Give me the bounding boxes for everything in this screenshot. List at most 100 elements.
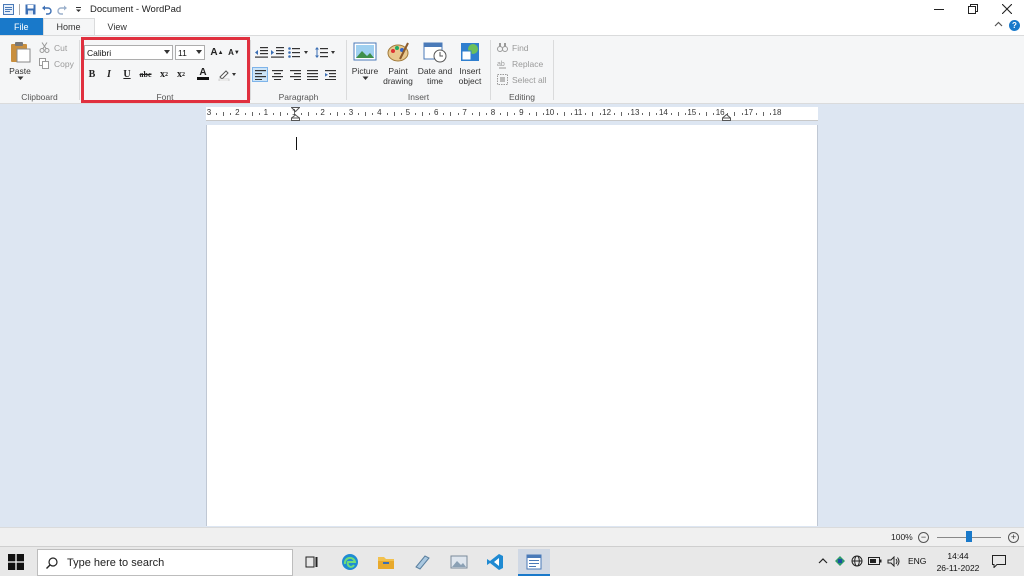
notifications-button[interactable] (992, 555, 1006, 570)
globe-icon (851, 555, 863, 567)
editing-group-label: Editing (509, 92, 535, 102)
date-time-button[interactable]: Date and time (416, 41, 454, 86)
cut-button[interactable]: Cut (39, 42, 67, 53)
tab-home[interactable]: Home (42, 18, 95, 35)
taskbar-search-box[interactable]: Type here to search (37, 549, 293, 576)
ruler-tick (485, 113, 487, 115)
undo-icon[interactable] (41, 4, 52, 15)
windows-start-icon[interactable] (8, 554, 24, 570)
customize-qat-icon[interactable] (73, 4, 84, 15)
zoom-in-button[interactable]: + (1008, 532, 1019, 543)
collapse-ribbon-icon[interactable] (994, 20, 1003, 31)
find-button[interactable]: Find (497, 42, 529, 53)
svg-text:ab: ab (497, 61, 505, 68)
replace-icon: ab (497, 61, 506, 69)
ruler-tick (336, 112, 338, 116)
minimize-button[interactable] (922, 0, 956, 18)
folder-icon (378, 557, 394, 569)
copy-button[interactable]: Copy (39, 58, 74, 69)
wordpad-icon[interactable] (3, 3, 14, 15)
wordpad-app-button[interactable] (518, 549, 550, 576)
paint-drawing-button[interactable]: Paint drawing (381, 41, 415, 86)
picture-button[interactable]: Picture (350, 41, 380, 81)
speaker-icon (887, 555, 900, 567)
paste-button[interactable]: Paste (6, 41, 34, 81)
ruler-tick (422, 112, 423, 116)
zoom-out-button[interactable]: − (918, 532, 929, 543)
copy-label: Copy (54, 58, 74, 69)
ruler-tick (372, 113, 374, 115)
window-controls (922, 0, 1024, 18)
tab-view[interactable]: View (95, 18, 140, 35)
insert-object-button[interactable]: Insert object (455, 41, 485, 86)
ruler-tick (500, 113, 502, 115)
bullet-list-button[interactable] (287, 45, 311, 60)
ruler-tick (528, 113, 530, 115)
zoom-slider-thumb[interactable] (966, 531, 972, 542)
photos-icon (450, 555, 468, 569)
ruler-tick (599, 113, 601, 115)
battery-button[interactable] (868, 556, 882, 568)
tab-file[interactable]: File (0, 18, 43, 35)
help-icon[interactable]: ? (1009, 20, 1020, 31)
bullet-list-icon (288, 47, 308, 58)
ruler-tick (315, 113, 317, 115)
select-all-button[interactable]: Select all (497, 74, 547, 85)
line-spacing-button[interactable] (314, 45, 338, 60)
scissors-icon (39, 42, 50, 53)
ruler-label: 13 (630, 108, 640, 117)
input-language[interactable]: ENG (908, 556, 926, 566)
save-icon[interactable] (25, 4, 36, 15)
ruler-label: 12 (602, 108, 612, 117)
ruler-tick (649, 112, 651, 116)
ruler-tick (478, 112, 480, 116)
ruler-label: 11 (574, 108, 583, 117)
align-center-button[interactable] (269, 67, 285, 82)
vscode-app-button[interactable] (484, 551, 506, 573)
volume-button[interactable] (887, 555, 900, 569)
clipboard-group-label: Clipboard (21, 92, 58, 102)
replace-label: Replace (512, 58, 544, 69)
ruler-label: 1 (291, 108, 297, 117)
ruler-tick (400, 113, 402, 115)
ruler-label: 4 (377, 108, 382, 117)
restore-button[interactable] (956, 0, 990, 18)
replace-button[interactable]: ab Replace (497, 58, 543, 69)
justify-button[interactable] (304, 67, 320, 82)
title-bar: Document - WordPad (0, 0, 1024, 18)
paragraph-settings-button[interactable] (322, 67, 338, 82)
redo-icon[interactable] (57, 4, 68, 15)
increase-indent-button[interactable] (269, 45, 285, 60)
ruler-label: 15 (687, 108, 697, 117)
ruler-tick (216, 113, 218, 115)
insert-group: Picture Paint drawing Date and time Inse… (347, 36, 490, 104)
ribbon-tabs: File Home View ? (0, 18, 1024, 35)
close-button[interactable] (990, 0, 1024, 18)
align-center-icon (271, 69, 283, 80)
paragraph-group-label: Paragraph (278, 92, 319, 102)
date-time-label-line1: Date and (417, 66, 453, 76)
align-left-button[interactable] (252, 67, 268, 82)
network-button[interactable] (851, 555, 863, 569)
ruler-tick (713, 113, 715, 115)
file-explorer-button[interactable] (375, 551, 397, 573)
align-right-button[interactable] (287, 67, 303, 82)
ruler-label: 5 (405, 108, 411, 117)
task-view-button[interactable] (301, 551, 323, 573)
paint-label-line2: drawing (383, 76, 413, 86)
date-time-label-line2: time (426, 76, 444, 86)
app-button-4[interactable] (448, 551, 470, 573)
taskbar-clock[interactable]: 14:44 26-11-2022 (934, 550, 982, 574)
ruler-label: 7 (462, 108, 467, 117)
document-page[interactable] (206, 125, 818, 526)
insert-object-label-line1: Insert (459, 66, 481, 76)
edge-app-button[interactable] (339, 551, 361, 573)
ruler-tick (535, 112, 537, 116)
ruler[interactable]: 3 2 1 1 2 3 4 5 6 7 8 9 10 11 12 13 14 15 16 17 18 (206, 107, 818, 121)
show-hidden-icons-button[interactable] (818, 557, 828, 567)
search-placeholder: Type here to search (67, 556, 165, 569)
tray-app-icon[interactable] (834, 555, 846, 569)
app-button-3[interactable] (411, 551, 433, 573)
decrease-indent-button[interactable] (253, 45, 269, 60)
ruler-tick (564, 112, 565, 116)
